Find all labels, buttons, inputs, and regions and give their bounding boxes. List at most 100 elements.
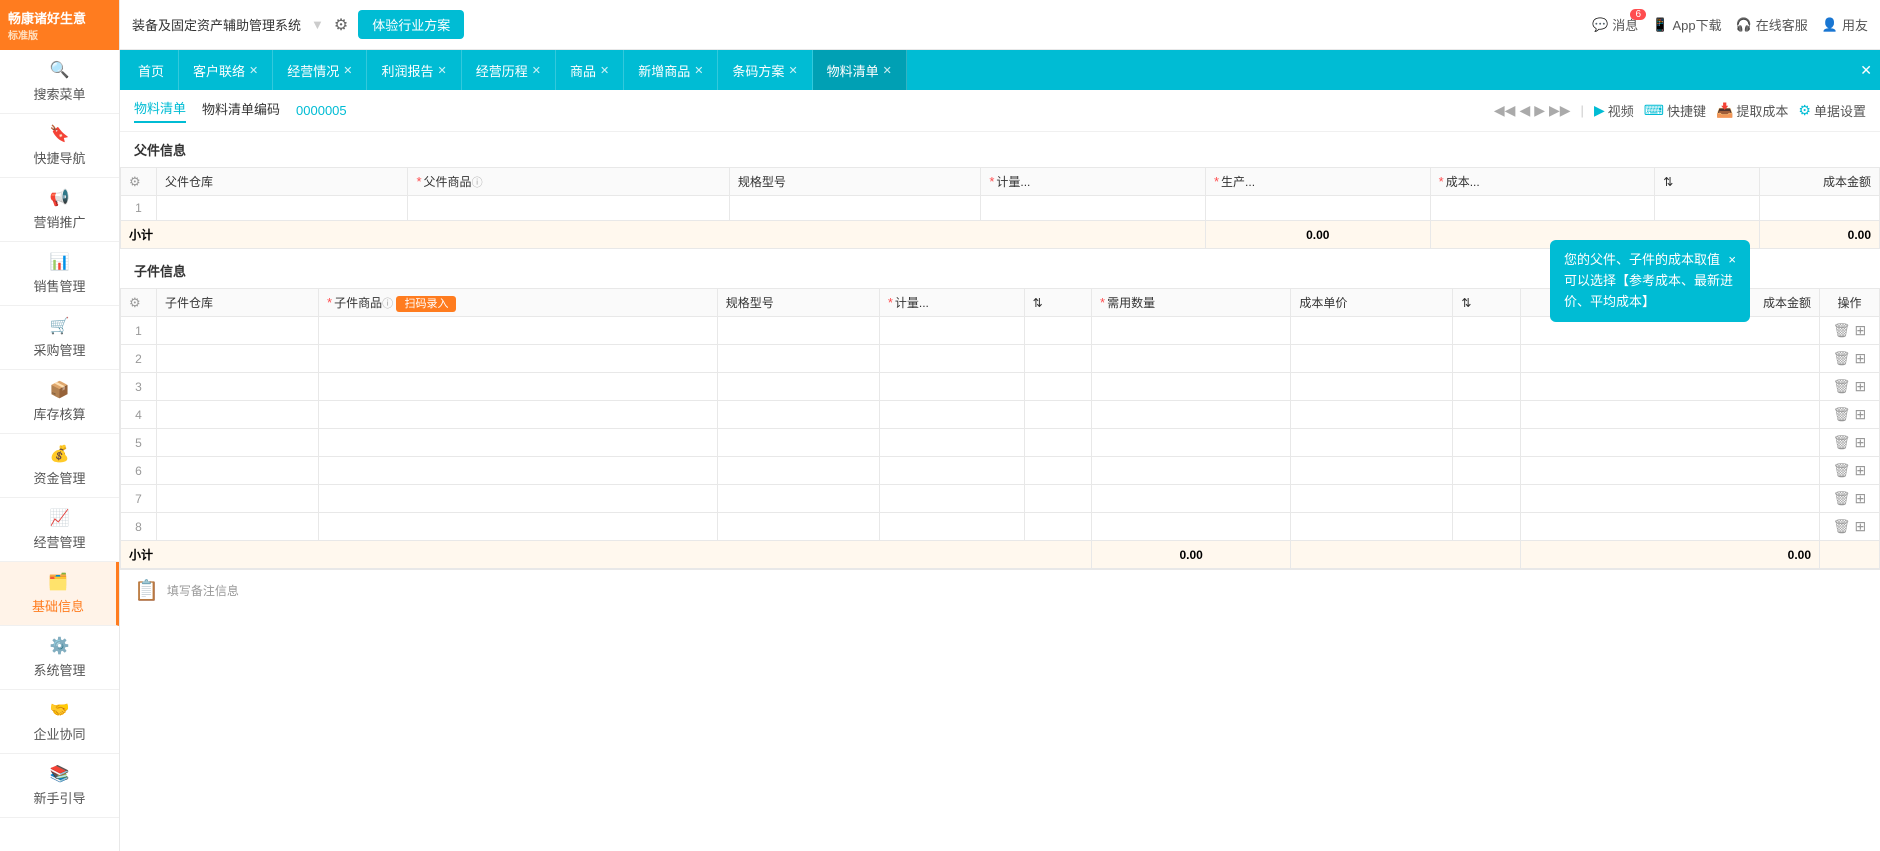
extract-cost-btn[interactable]: 📥 提取成本 xyxy=(1716,101,1788,120)
tooltip-close-btn[interactable]: × xyxy=(1728,250,1736,271)
child-warehouse-1[interactable] xyxy=(157,317,319,345)
child-warehouse-5[interactable] xyxy=(157,429,319,457)
child-unit-6[interactable] xyxy=(879,457,1024,485)
online-service-btn[interactable]: 🎧 在线客服 xyxy=(1736,15,1808,34)
child-qty-1[interactable] xyxy=(1092,317,1291,345)
tab-close-icon[interactable]: ✕ xyxy=(249,64,258,77)
nav-tab-利润报告[interactable]: 利润报告 ✕ xyxy=(367,50,461,90)
delete-icon-1[interactable]: 🗑 xyxy=(1833,322,1851,339)
child-unit-3[interactable] xyxy=(879,373,1024,401)
child-sort2-3[interactable] xyxy=(1453,373,1520,401)
child-warehouse-6[interactable] xyxy=(157,457,319,485)
child-qty-7[interactable] xyxy=(1092,485,1291,513)
copy-icon-6[interactable]: ⊞ xyxy=(1855,462,1867,479)
child-unit-cost-8[interactable] xyxy=(1291,513,1453,541)
parent-produce-1[interactable] xyxy=(1205,196,1430,221)
child-product-4[interactable] xyxy=(319,401,718,429)
child-qty-4[interactable] xyxy=(1092,401,1291,429)
child-unit-cost-4[interactable] xyxy=(1291,401,1453,429)
sidebar-item-基础信息[interactable]: 🗂️ 基础信息 xyxy=(0,562,119,626)
child-sort2-5[interactable] xyxy=(1453,429,1520,457)
child-sort2-2[interactable] xyxy=(1453,345,1520,373)
nav-tab-经营情况[interactable]: 经营情况 ✕ xyxy=(273,50,367,90)
nav-tab-条码方案[interactable]: 条码方案 ✕ xyxy=(718,50,812,90)
nav-tab-商品[interactable]: 商品 ✕ xyxy=(556,50,624,90)
child-sort-2[interactable] xyxy=(1024,345,1091,373)
child-product-5[interactable] xyxy=(319,429,718,457)
close-all-btn[interactable]: ✕ xyxy=(1852,62,1880,79)
parent-cost-1[interactable] xyxy=(1430,196,1655,221)
parent-product-1[interactable] xyxy=(408,196,729,221)
shortcut-btn[interactable]: ⌨ 快捷键 xyxy=(1644,101,1706,120)
th-child-sort2[interactable]: ⇅ xyxy=(1453,289,1520,317)
delete-icon-6[interactable]: 🗑 xyxy=(1833,462,1851,479)
child-unit-cost-6[interactable] xyxy=(1291,457,1453,485)
scan-button[interactable]: 扫码录入 xyxy=(396,296,456,312)
parent-spec-1[interactable] xyxy=(729,196,980,221)
parent-unit-1[interactable] xyxy=(981,196,1206,221)
child-product-7[interactable] xyxy=(319,485,718,513)
child-warehouse-3[interactable] xyxy=(157,373,319,401)
sidebar-item-库存核算[interactable]: 📦 库存核算 xyxy=(0,370,119,434)
child-sort2-6[interactable] xyxy=(1453,457,1520,485)
child-unit-cost-7[interactable] xyxy=(1291,485,1453,513)
th-child-sort[interactable]: ⇅ xyxy=(1024,289,1091,317)
child-sort2-7[interactable] xyxy=(1453,485,1520,513)
child-sort-6[interactable] xyxy=(1024,457,1091,485)
delete-icon-7[interactable]: 🗑 xyxy=(1833,490,1851,507)
child-unit-cost-3[interactable] xyxy=(1291,373,1453,401)
pager-prev[interactable]: ◀ xyxy=(1519,102,1530,119)
child-qty-6[interactable] xyxy=(1092,457,1291,485)
child-spec-8[interactable] xyxy=(717,513,879,541)
sidebar-item-销售管理[interactable]: 📊 销售管理 xyxy=(0,242,119,306)
pager-next-next[interactable]: ▶▶ xyxy=(1549,102,1571,119)
child-warehouse-2[interactable] xyxy=(157,345,319,373)
child-unit-8[interactable] xyxy=(879,513,1024,541)
page-tab-bill[interactable]: 物料清单 xyxy=(134,98,186,123)
nav-tab-经营历程[interactable]: 经营历程 ✕ xyxy=(462,50,556,90)
trial-button[interactable]: 体验行业方案 xyxy=(358,10,464,39)
copy-icon-5[interactable]: ⊞ xyxy=(1855,434,1867,451)
child-qty-2[interactable] xyxy=(1092,345,1291,373)
child-spec-5[interactable] xyxy=(717,429,879,457)
user-btn[interactable]: 👤 用友 xyxy=(1822,15,1868,34)
delete-icon-3[interactable]: 🗑 xyxy=(1833,378,1851,395)
tab-close-icon[interactable]: ✕ xyxy=(883,64,892,77)
child-unit-1[interactable] xyxy=(879,317,1024,345)
parent-warehouse-1[interactable] xyxy=(157,196,408,221)
child-product-6[interactable] xyxy=(319,457,718,485)
child-spec-6[interactable] xyxy=(717,457,879,485)
nav-tab-客户联络[interactable]: 客户联络 ✕ xyxy=(179,50,273,90)
child-product-2[interactable] xyxy=(319,345,718,373)
sidebar-item-资金管理[interactable]: 💰 资金管理 xyxy=(0,434,119,498)
child-unit-cost-1[interactable] xyxy=(1291,317,1453,345)
child-sort-4[interactable] xyxy=(1024,401,1091,429)
child-spec-2[interactable] xyxy=(717,345,879,373)
child-qty-8[interactable] xyxy=(1092,513,1291,541)
child-unit-4[interactable] xyxy=(879,401,1024,429)
child-unit-7[interactable] xyxy=(879,485,1024,513)
child-sort-3[interactable] xyxy=(1024,373,1091,401)
copy-icon-4[interactable]: ⊞ xyxy=(1855,406,1867,423)
child-warehouse-4[interactable] xyxy=(157,401,319,429)
child-unit-cost-5[interactable] xyxy=(1291,429,1453,457)
child-qty-5[interactable] xyxy=(1092,429,1291,457)
tab-close-icon[interactable]: ✕ xyxy=(532,64,541,77)
message-btn[interactable]: 💬 6 消息 xyxy=(1592,15,1638,34)
copy-icon-3[interactable]: ⊞ xyxy=(1855,378,1867,395)
tab-close-icon[interactable]: ✕ xyxy=(694,64,703,77)
view-btn[interactable]: ▶ 视频 xyxy=(1594,101,1634,120)
child-spec-3[interactable] xyxy=(717,373,879,401)
child-product-8[interactable] xyxy=(319,513,718,541)
child-qty-3[interactable] xyxy=(1092,373,1291,401)
sidebar-item-搜索菜单[interactable]: 🔍 搜索菜单 xyxy=(0,50,119,114)
child-spec-7[interactable] xyxy=(717,485,879,513)
child-product-1[interactable] xyxy=(319,317,718,345)
parent-sort1-1[interactable] xyxy=(1655,196,1760,221)
child-spec-1[interactable] xyxy=(717,317,879,345)
gear-icon[interactable]: ⚙ xyxy=(334,15,348,35)
pager-next[interactable]: ▶ xyxy=(1534,102,1545,119)
child-sort-8[interactable] xyxy=(1024,513,1091,541)
sidebar-item-快捷导航[interactable]: 🔖 快捷导航 xyxy=(0,114,119,178)
sidebar-item-系统管理[interactable]: ⚙️ 系统管理 xyxy=(0,626,119,690)
